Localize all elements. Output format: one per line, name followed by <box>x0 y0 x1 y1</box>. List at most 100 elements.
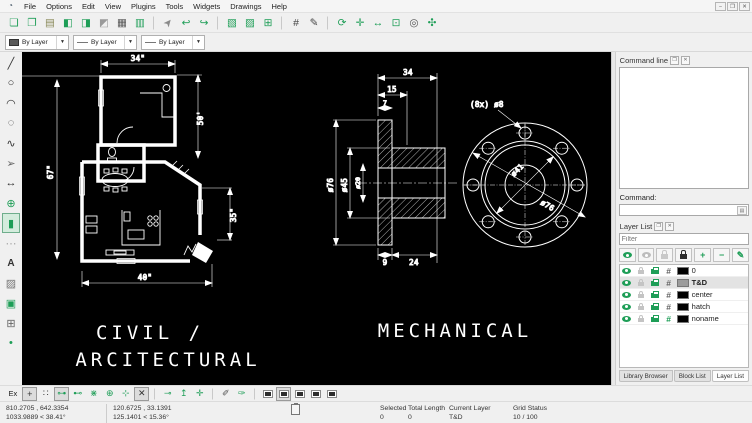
measure-tool-button[interactable]: ▮ <box>2 213 20 233</box>
dots-indicator[interactable]: ⋯ <box>2 233 20 253</box>
layer-construction-icon[interactable]: # <box>662 266 676 276</box>
layer-print-icon[interactable] <box>651 317 659 322</box>
snap-middle-button[interactable]: ⊹ <box>118 387 133 401</box>
layer-construction-icon[interactable]: # <box>662 278 676 288</box>
zoom-auto-button[interactable]: ✛ <box>352 14 369 31</box>
draft-line-button[interactable]: ✎ <box>306 14 323 31</box>
menu-item[interactable]: Widgets <box>188 1 225 12</box>
layer-color-swatch[interactable] <box>677 279 689 287</box>
arc-tool-button[interactable]: ◠ <box>2 93 20 113</box>
grid-toggle-button[interactable]: # <box>288 14 305 31</box>
layer-row-noname[interactable]: # noname <box>620 313 748 325</box>
layer-color-swatch[interactable] <box>677 291 689 299</box>
image-tool-button[interactable]: ▣ <box>2 293 20 313</box>
float-dock-icon[interactable]: ❐ <box>670 56 679 65</box>
layer-lock-icon[interactable] <box>638 282 644 286</box>
tab-block-list[interactable]: Block List <box>674 370 711 382</box>
layer-visible-icon[interactable] <box>622 280 631 286</box>
menu-item[interactable]: Edit <box>77 1 100 12</box>
restore-button[interactable]: ❐ <box>727 2 738 11</box>
save-button[interactable]: ◧ <box>60 14 77 31</box>
menu-item[interactable]: Drawings <box>225 1 266 12</box>
snap-entity-button[interactable]: ⋇ <box>86 387 101 401</box>
layer-row-center[interactable]: # center <box>620 289 748 301</box>
layer-row-hatch[interactable]: # hatch <box>620 301 748 313</box>
select-all-button[interactable]: ⊞ <box>260 14 277 31</box>
layer-row-0[interactable]: # 0 <box>620 265 748 277</box>
pen-pick-button[interactable]: ✐ <box>218 387 233 401</box>
layer-color-swatch[interactable] <box>677 303 689 311</box>
keycode-toggle-icon[interactable]: ▤ <box>737 206 747 215</box>
layer-print-icon[interactable] <box>651 305 659 310</box>
text-tool-button[interactable]: A <box>2 253 20 273</box>
menu-item[interactable]: File <box>19 1 41 12</box>
line-tool-button[interactable]: ╱ <box>2 53 20 73</box>
new-file-button[interactable]: ❏ <box>6 14 23 31</box>
close-dock-icon[interactable]: ✕ <box>681 56 690 65</box>
toolbar-button[interactable] <box>327 16 329 30</box>
float-dock-icon[interactable]: ❐ <box>654 222 663 231</box>
zoom-window-button[interactable]: ⊡ <box>388 14 405 31</box>
color-select[interactable]: By Layer ▼ <box>5 35 69 50</box>
save-as-button[interactable]: ◨ <box>78 14 95 31</box>
layer-lock-icon[interactable] <box>638 294 644 298</box>
menu-item[interactable]: Options <box>41 1 77 12</box>
save-all-button[interactable]: ◩ <box>96 14 113 31</box>
layer-print-icon[interactable] <box>651 269 659 274</box>
toolbar-button[interactable] <box>153 16 155 30</box>
zoom-redraw-button[interactable]: ⟳ <box>334 14 351 31</box>
print-preview-button[interactable]: ▥ <box>132 14 149 31</box>
layer-construction-icon[interactable]: # <box>662 290 676 300</box>
close-button[interactable]: ✕ <box>739 2 750 11</box>
block-tool-button[interactable]: ⊞ <box>2 313 20 333</box>
tab-layer-list[interactable]: Layer List <box>712 370 749 382</box>
view-mode-3-button[interactable] <box>292 387 307 401</box>
layer-print-icon[interactable] <box>651 293 659 298</box>
linetype-select[interactable]: By Layer ▼ <box>141 35 205 50</box>
undo-button[interactable]: ↩ <box>178 14 195 31</box>
layer-construction-icon[interactable]: # <box>662 314 676 324</box>
minimize-button[interactable]: − <box>715 2 726 11</box>
view-mode-1-button[interactable] <box>260 387 275 401</box>
hide-all-layers-button[interactable] <box>638 248 655 262</box>
view-mode-2-button[interactable] <box>276 387 291 401</box>
view-mode-5-button[interactable] <box>324 387 339 401</box>
layer-filter-input[interactable] <box>620 236 748 243</box>
redo-button[interactable]: ↪ <box>196 14 213 31</box>
layer-row-tnd[interactable]: # T&D <box>620 277 748 289</box>
circle-tool-button[interactable]: ○ <box>2 73 20 93</box>
linewidth-select[interactable]: By Layer ▼ <box>73 35 137 50</box>
tab-library-browser[interactable]: Library Browser <box>619 370 673 382</box>
drawing-canvas[interactable]: 34" 50' 67" 35" 40" <box>22 52 611 385</box>
snap-endpoint-button[interactable]: ⊷ <box>70 387 85 401</box>
ex-button[interactable]: Ex <box>5 387 22 401</box>
edit-layer-button[interactable]: ✎ <box>732 248 749 262</box>
remove-layer-button[interactable]: − <box>713 248 730 262</box>
add-layer-button[interactable]: + <box>694 248 711 262</box>
layer-visible-icon[interactable] <box>622 316 631 322</box>
crosshair-button[interactable]: + <box>22 387 37 401</box>
zoom-pan-button[interactable]: ✣ <box>424 14 441 31</box>
snap-button[interactable] <box>154 388 156 400</box>
pointer-button[interactable]: ➤ <box>160 14 177 31</box>
toolbar-button[interactable] <box>217 16 219 30</box>
magnifier-button[interactable]: ◎ <box>406 14 423 31</box>
view-mode-4-button[interactable] <box>308 387 323 401</box>
layer-construction-icon[interactable]: # <box>662 302 676 312</box>
layer-color-swatch[interactable] <box>677 315 689 323</box>
layer-visible-icon[interactable] <box>622 304 631 310</box>
restrict-horizontal-button[interactable]: ⊸ <box>160 387 175 401</box>
snap-free-button[interactable]: ⊶ <box>54 387 69 401</box>
show-all-layers-button[interactable] <box>619 248 636 262</box>
layer-lock-icon[interactable] <box>638 306 644 310</box>
select-window-button[interactable]: ▧ <box>224 14 241 31</box>
layer-print-icon[interactable] <box>651 281 659 286</box>
snap-clear-button[interactable]: ✕ <box>134 387 149 401</box>
menu-item[interactable]: Tools <box>161 1 189 12</box>
deselect-button[interactable]: ▨ <box>242 14 259 31</box>
close-dock-icon[interactable]: ✕ <box>665 222 674 231</box>
snap-button[interactable] <box>254 388 256 400</box>
layer-color-swatch[interactable] <box>677 267 689 275</box>
command-history[interactable] <box>619 67 749 189</box>
zoom-previous-button[interactable]: ↔ <box>370 14 387 31</box>
